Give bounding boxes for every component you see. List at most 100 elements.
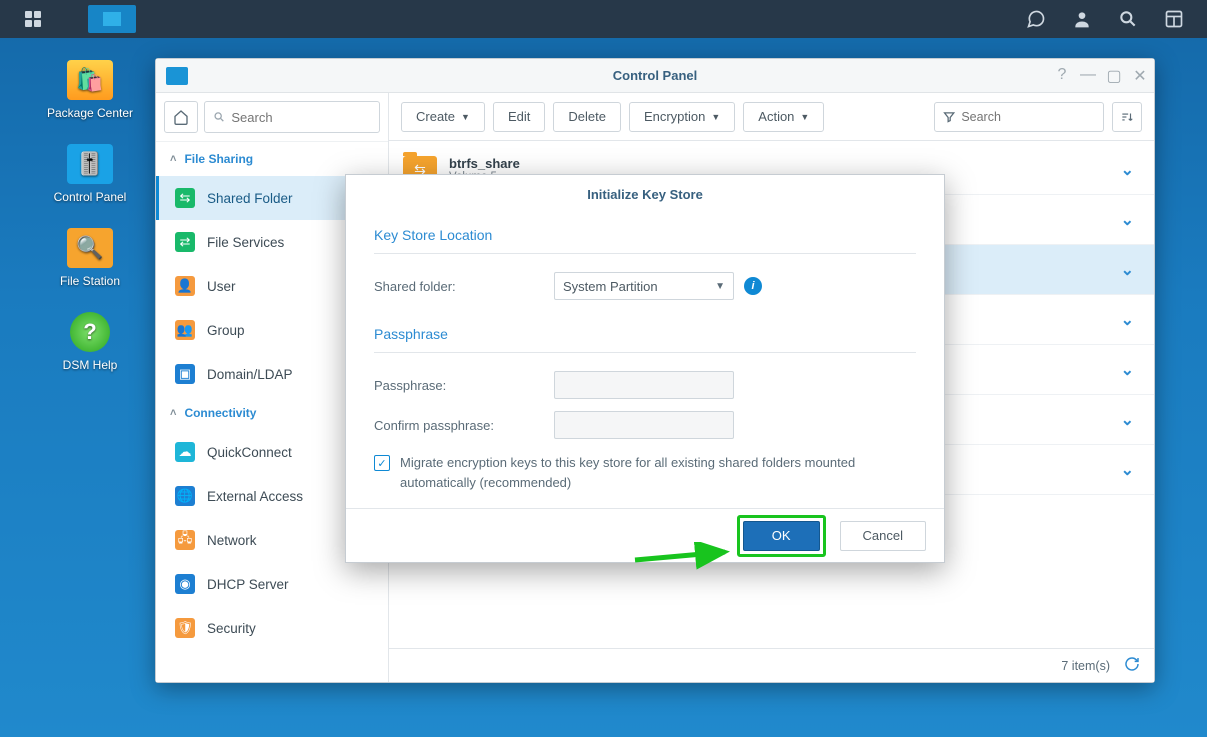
shared-folder-label: Shared folder: [374, 279, 554, 294]
sidebar-item-label: Shared Folder [207, 191, 293, 206]
desktop-label: File Station [60, 274, 120, 288]
confirm-passphrase-input[interactable] [554, 411, 734, 439]
maximize-icon[interactable]: ▢ [1106, 66, 1122, 86]
folder-search-icon: 🔍 [76, 235, 103, 261]
help-icon[interactable]: ? [1054, 66, 1070, 86]
sidebar-item-dhcp-server[interactable]: ◉ DHCP Server [156, 562, 388, 606]
create-button[interactable]: Create▼ [401, 102, 485, 132]
cancel-button[interactable]: Cancel [840, 521, 926, 551]
sidebar-item-label: QuickConnect [207, 445, 292, 460]
sidebar-item-label: DHCP Server [207, 577, 289, 592]
desktop-item-dsm-help[interactable]: ? DSM Help [40, 312, 140, 372]
migrate-keys-checkbox[interactable]: ✓ [374, 455, 390, 471]
caret-down-icon: ▼ [800, 112, 809, 122]
user-icon[interactable] [1061, 0, 1103, 38]
group-icon: 👥 [175, 320, 195, 340]
network-icon: 🖧 [175, 530, 195, 550]
shield-icon: 🛡 [175, 618, 195, 638]
encryption-button[interactable]: Encryption▼ [629, 102, 735, 132]
chevron-down-icon[interactable]: ⌄ [1121, 360, 1134, 380]
chevron-down-icon[interactable]: ⌄ [1121, 210, 1134, 230]
chevron-up-icon: ˄ [170, 153, 176, 165]
shared-folder-select[interactable]: System Partition ▼ [554, 272, 734, 300]
widgets-icon[interactable] [1153, 0, 1195, 38]
desktop-item-file-station[interactable]: 🔍 File Station [40, 228, 140, 288]
ldap-icon: ▣ [175, 364, 195, 384]
section-key-store-location: Key Store Location [374, 221, 916, 249]
passphrase-input[interactable] [554, 371, 734, 399]
info-icon[interactable]: i [744, 277, 762, 295]
globe-icon: 🌐 [175, 486, 195, 506]
action-button[interactable]: Action▼ [743, 102, 824, 132]
window-title: Control Panel [156, 68, 1154, 83]
sidebar-search[interactable] [204, 101, 380, 133]
user-icon: 👤 [175, 276, 195, 296]
toolbar-search[interactable] [934, 102, 1104, 132]
search-icon [213, 110, 225, 124]
search-icon[interactable] [1107, 0, 1149, 38]
initialize-key-store-dialog: Initialize Key Store Key Store Location … [345, 174, 945, 563]
passphrase-label: Passphrase: [374, 378, 554, 393]
sliders-icon: 🎚️ [76, 151, 103, 177]
file-icon: ⇄ [175, 232, 195, 252]
cloud-icon: ☁ [175, 442, 195, 462]
ok-highlight-annotation: OK [737, 515, 826, 557]
caret-down-icon: ▼ [715, 281, 725, 292]
close-icon[interactable]: ✕ [1132, 66, 1148, 86]
toolbar: Create▼ Edit Delete Encryption▼ Action▼ [389, 93, 1154, 141]
sidebar-item-label: Domain/LDAP [207, 367, 293, 382]
share-icon: ⇆ [175, 188, 195, 208]
chevron-down-icon[interactable]: ⌄ [1121, 310, 1134, 330]
section-passphrase: Passphrase [374, 320, 916, 348]
taskbar-app-thumb[interactable] [88, 5, 136, 33]
sidebar-item-label: Network [207, 533, 257, 548]
caret-down-icon: ▼ [461, 112, 470, 122]
migrate-keys-label: Migrate encryption keys to this key stor… [400, 453, 916, 492]
chevron-down-icon[interactable]: ⌄ [1121, 260, 1134, 280]
refresh-button[interactable] [1124, 656, 1140, 675]
chevron-down-icon[interactable]: ⌄ [1121, 460, 1134, 480]
sidebar-item-label: File Services [207, 235, 284, 250]
toolbar-search-input[interactable] [961, 110, 1095, 124]
funnel-icon [943, 110, 955, 124]
bag-icon: 🛍️ [76, 67, 103, 93]
desktop-item-control-panel[interactable]: 🎚️ Control Panel [40, 144, 140, 204]
dialog-footer: OK Cancel [346, 508, 944, 562]
taskbar [0, 0, 1207, 38]
window-icon [166, 67, 188, 85]
desktop-icons: 🛍️ Package Center 🎚️ Control Panel 🔍 Fil… [40, 60, 140, 372]
chevron-down-icon[interactable]: ⌄ [1121, 410, 1134, 430]
delete-button[interactable]: Delete [553, 102, 621, 132]
desktop-item-package-center[interactable]: 🛍️ Package Center [40, 60, 140, 120]
desktop-label: DSM Help [63, 358, 118, 372]
sidebar-item-label: External Access [207, 489, 303, 504]
sidebar-search-input[interactable] [231, 110, 371, 125]
ok-button[interactable]: OK [743, 521, 820, 551]
chevron-down-icon[interactable]: ⌄ [1121, 160, 1134, 180]
sidebar-item-label: Group [207, 323, 245, 338]
chevron-up-icon: ˄ [170, 407, 176, 419]
sidebar-section-title: Connectivity [184, 406, 256, 420]
edit-button[interactable]: Edit [493, 102, 545, 132]
dialog-title: Initialize Key Store [346, 175, 944, 213]
window-titlebar[interactable]: Control Panel ? — ▢ ✕ [156, 59, 1154, 93]
item-count: 7 item(s) [1061, 659, 1110, 673]
home-button[interactable] [164, 101, 198, 133]
folder-name: btrfs_share [449, 156, 1109, 171]
confirm-passphrase-label: Confirm passphrase: [374, 418, 554, 433]
sidebar-section-title: File Sharing [184, 152, 253, 166]
sort-button[interactable] [1112, 102, 1142, 132]
sidebar-item-label: User [207, 279, 236, 294]
main-menu-button[interactable] [12, 0, 54, 38]
sidebar-section-file-sharing[interactable]: ˄ File Sharing [156, 142, 388, 176]
minimize-icon[interactable]: — [1080, 66, 1096, 86]
dhcp-icon: ◉ [175, 574, 195, 594]
desktop-label: Control Panel [54, 190, 127, 204]
desktop-label: Package Center [47, 106, 133, 120]
sidebar-item-label: Security [207, 621, 256, 636]
status-bar: 7 item(s) [389, 648, 1154, 682]
chat-icon[interactable] [1015, 0, 1057, 38]
sidebar-item-security[interactable]: 🛡 Security [156, 606, 388, 650]
select-value: System Partition [563, 279, 658, 294]
caret-down-icon: ▼ [711, 112, 720, 122]
